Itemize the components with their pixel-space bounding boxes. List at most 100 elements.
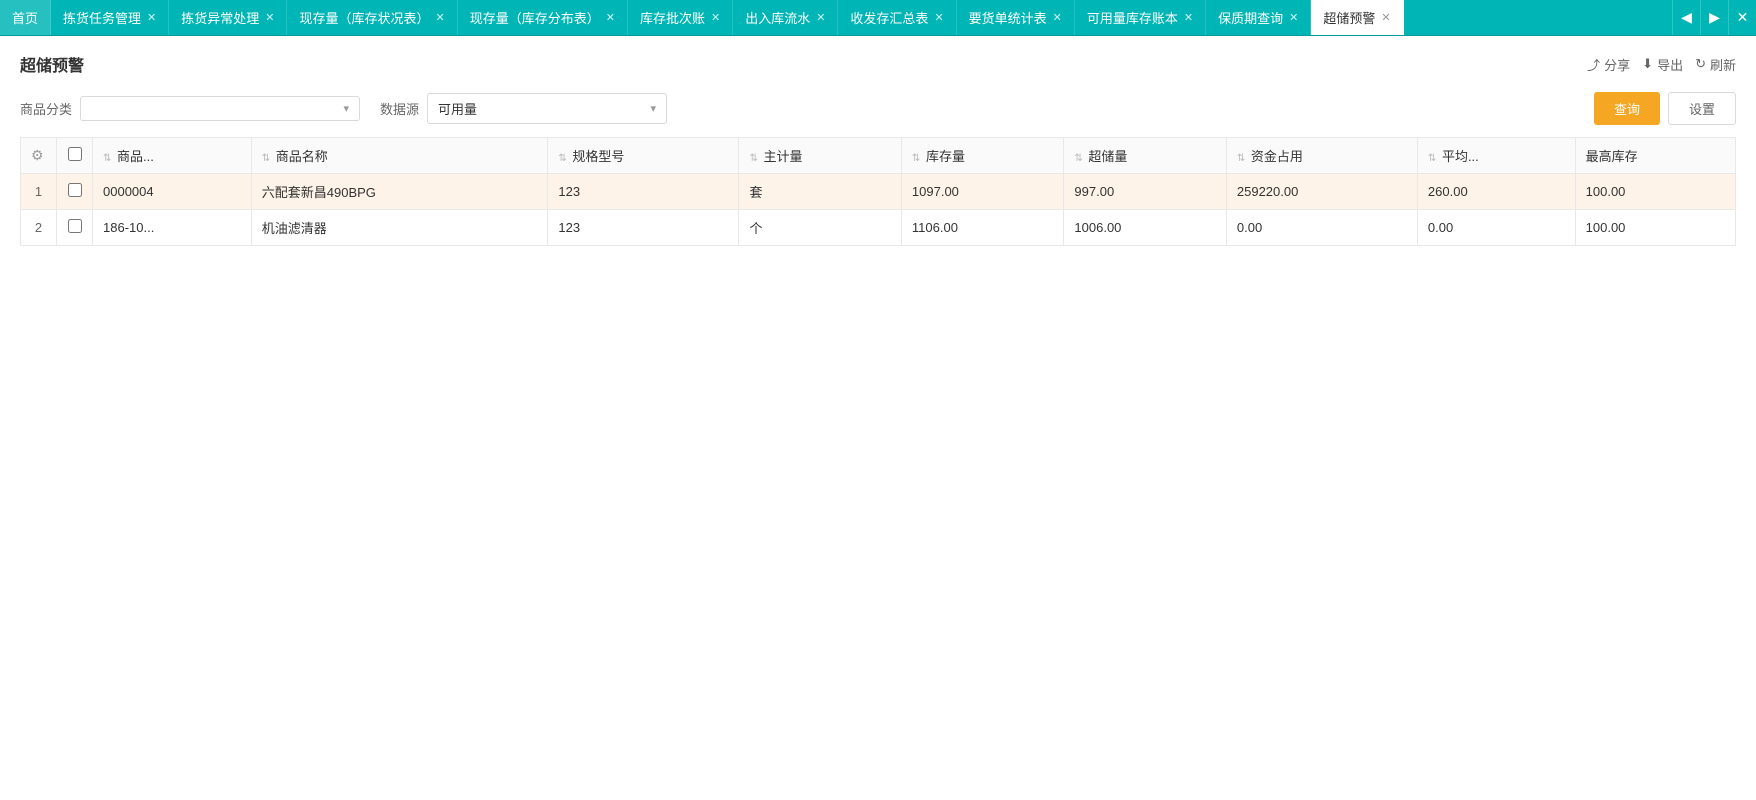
share-icon: ⤴ bbox=[1587, 55, 1600, 74]
row-overstock: 1006.00 bbox=[1064, 210, 1226, 246]
th-unit-sort: ⇅ bbox=[749, 153, 757, 164]
datasource-label: 数据源 bbox=[380, 99, 419, 118]
nav-summary-close[interactable]: ✕ bbox=[934, 11, 943, 24]
filter-row: 商品分类 ▾ 数据源 可用量 ▾ 查询 设置 bbox=[20, 92, 1736, 125]
th-settings[interactable]: ⚙ bbox=[21, 138, 57, 174]
th-avg[interactable]: ⇅ 平均... bbox=[1417, 138, 1575, 174]
nav-available-close[interactable]: ✕ bbox=[1184, 11, 1193, 24]
nav-stock-status-close[interactable]: ✕ bbox=[436, 11, 445, 24]
nav-batch-close[interactable]: ✕ bbox=[711, 11, 720, 24]
nav-quality-close[interactable]: ✕ bbox=[1289, 11, 1298, 24]
row-checkbox-cell[interactable] bbox=[57, 210, 93, 246]
table-header-row: ⚙ ⇅ 商品... ⇅ 商品名称 ⇅ 规格型号 ⇅ bbox=[21, 138, 1736, 174]
th-product-name[interactable]: ⇅ 商品名称 bbox=[251, 138, 548, 174]
nav-order-stat[interactable]: 要货单统计表 ✕ bbox=[957, 0, 1075, 36]
row-checkbox[interactable] bbox=[68, 219, 82, 233]
nav-overstock[interactable]: 超储预警 ✕ bbox=[1311, 0, 1403, 36]
row-stock: 1097.00 bbox=[901, 174, 1063, 210]
nav-task-mgmt[interactable]: 拣货任务管理 ✕ bbox=[51, 0, 169, 36]
th-product-code[interactable]: ⇅ 商品... bbox=[93, 138, 252, 174]
th-spec-sort: ⇅ bbox=[558, 153, 566, 164]
page-content: 超储预警 ⤴ 分享 ⬇ 导出 ↻ 刷新 商品分类 ▾ 数据源 bbox=[0, 36, 1756, 800]
nav-summary[interactable]: 收发存汇总表 ✕ bbox=[838, 0, 956, 36]
nav-task-mgmt-close[interactable]: ✕ bbox=[147, 11, 156, 24]
row-num: 2 bbox=[21, 210, 57, 246]
row-avg: 260.00 bbox=[1417, 174, 1575, 210]
th-capital-sort: ⇅ bbox=[1237, 153, 1245, 164]
th-stock-sort: ⇅ bbox=[912, 153, 920, 164]
th-overstock-sort: ⇅ bbox=[1074, 153, 1082, 164]
filter-actions: 查询 设置 bbox=[1594, 92, 1736, 125]
nav-quality[interactable]: 保质期查询 ✕ bbox=[1206, 0, 1311, 36]
th-unit[interactable]: ⇅ 主计量 bbox=[739, 138, 901, 174]
row-unit: 套 bbox=[739, 174, 901, 210]
nav-inout[interactable]: 出入库流水 ✕ bbox=[733, 0, 838, 36]
nav-stock-status[interactable]: 现存量（库存状况表） ✕ bbox=[287, 0, 457, 36]
nav-stock-dist-close[interactable]: ✕ bbox=[606, 11, 615, 24]
table-row: 2 186-10... 机油滤清器 123 个 1106.00 1006.00 … bbox=[21, 210, 1736, 246]
refresh-button[interactable]: ↻ 刷新 bbox=[1695, 55, 1736, 74]
nav-bar: 首页 拣货任务管理 ✕ 拣货异常处理 ✕ 现存量（库存状况表） ✕ 现存量（库存… bbox=[0, 0, 1756, 36]
th-product-code-sort: ⇅ bbox=[103, 153, 111, 164]
row-avg: 0.00 bbox=[1417, 210, 1575, 246]
th-overstock[interactable]: ⇅ 超储量 bbox=[1064, 138, 1226, 174]
category-select[interactable]: ▾ bbox=[80, 96, 360, 121]
nav-arrows: ◀ ▶ ✕ bbox=[1672, 0, 1756, 36]
header-actions: ⤴ 分享 ⬇ 导出 ↻ 刷新 bbox=[1587, 55, 1736, 74]
row-product-code: 186-10... bbox=[93, 210, 252, 246]
th-spec[interactable]: ⇅ 规格型号 bbox=[548, 138, 739, 174]
nav-inout-close[interactable]: ✕ bbox=[816, 11, 825, 24]
nav-stock-dist[interactable]: 现存量（库存分布表） ✕ bbox=[458, 0, 628, 36]
nav-overstock-close[interactable]: ✕ bbox=[1381, 11, 1390, 24]
row-max-stock: 100.00 bbox=[1575, 210, 1735, 246]
category-label: 商品分类 bbox=[20, 99, 72, 118]
row-spec: 123 bbox=[548, 174, 739, 210]
th-avg-sort: ⇅ bbox=[1428, 153, 1436, 164]
row-unit: 个 bbox=[739, 210, 901, 246]
page-title: 超储预警 bbox=[20, 52, 84, 76]
row-capital: 0.00 bbox=[1226, 210, 1417, 246]
nav-batch[interactable]: 库存批次账 ✕ bbox=[628, 0, 733, 36]
th-stock[interactable]: ⇅ 库存量 bbox=[901, 138, 1063, 174]
th-product-name-sort: ⇅ bbox=[262, 153, 270, 164]
row-product-name: 机油滤清器 bbox=[251, 210, 548, 246]
row-overstock: 997.00 bbox=[1064, 174, 1226, 210]
row-num: 1 bbox=[21, 174, 57, 210]
datasource-dropdown-icon: ▾ bbox=[651, 102, 657, 115]
category-dropdown-icon: ▾ bbox=[343, 102, 349, 115]
nav-more-btn[interactable]: ✕ bbox=[1728, 0, 1756, 36]
gear-icon[interactable]: ⚙ bbox=[31, 147, 44, 163]
table-row: 1 0000004 六配套新昌490BPG 123 套 1097.00 997.… bbox=[21, 174, 1736, 210]
datasource-select[interactable]: 可用量 ▾ bbox=[427, 93, 667, 124]
nav-next-btn[interactable]: ▶ bbox=[1700, 0, 1728, 36]
page-header: 超储预警 ⤴ 分享 ⬇ 导出 ↻ 刷新 bbox=[20, 52, 1736, 76]
row-product-code: 0000004 bbox=[93, 174, 252, 210]
th-capital[interactable]: ⇅ 资金占用 bbox=[1226, 138, 1417, 174]
settings-button[interactable]: 设置 bbox=[1668, 92, 1736, 125]
row-checkbox[interactable] bbox=[68, 183, 82, 197]
export-icon: ⬇ bbox=[1642, 56, 1653, 72]
export-button[interactable]: ⬇ 导出 bbox=[1642, 55, 1683, 74]
th-checkbox bbox=[57, 138, 93, 174]
datasource-select-value: 可用量 bbox=[438, 99, 477, 118]
row-stock: 1106.00 bbox=[901, 210, 1063, 246]
refresh-icon: ↻ bbox=[1695, 56, 1706, 72]
query-button[interactable]: 查询 bbox=[1594, 92, 1660, 125]
row-max-stock: 100.00 bbox=[1575, 174, 1735, 210]
th-max-stock[interactable]: 最高库存 bbox=[1575, 138, 1735, 174]
row-product-name: 六配套新昌490BPG bbox=[251, 174, 548, 210]
category-filter-group: 商品分类 ▾ bbox=[20, 96, 360, 121]
row-spec: 123 bbox=[548, 210, 739, 246]
select-all-checkbox[interactable] bbox=[68, 147, 82, 161]
nav-available[interactable]: 可用量库存账本 ✕ bbox=[1075, 0, 1206, 36]
data-table: ⚙ ⇅ 商品... ⇅ 商品名称 ⇅ 规格型号 ⇅ bbox=[20, 137, 1736, 246]
nav-home[interactable]: 首页 bbox=[0, 0, 51, 36]
nav-exception-close[interactable]: ✕ bbox=[265, 11, 274, 24]
row-checkbox-cell[interactable] bbox=[57, 174, 93, 210]
nav-prev-btn[interactable]: ◀ bbox=[1672, 0, 1700, 36]
nav-exception[interactable]: 拣货异常处理 ✕ bbox=[169, 0, 287, 36]
share-button[interactable]: ⤴ 分享 bbox=[1587, 55, 1630, 74]
row-capital: 259220.00 bbox=[1226, 174, 1417, 210]
nav-order-stat-close[interactable]: ✕ bbox=[1053, 11, 1062, 24]
datasource-filter-group: 数据源 可用量 ▾ bbox=[380, 93, 667, 124]
